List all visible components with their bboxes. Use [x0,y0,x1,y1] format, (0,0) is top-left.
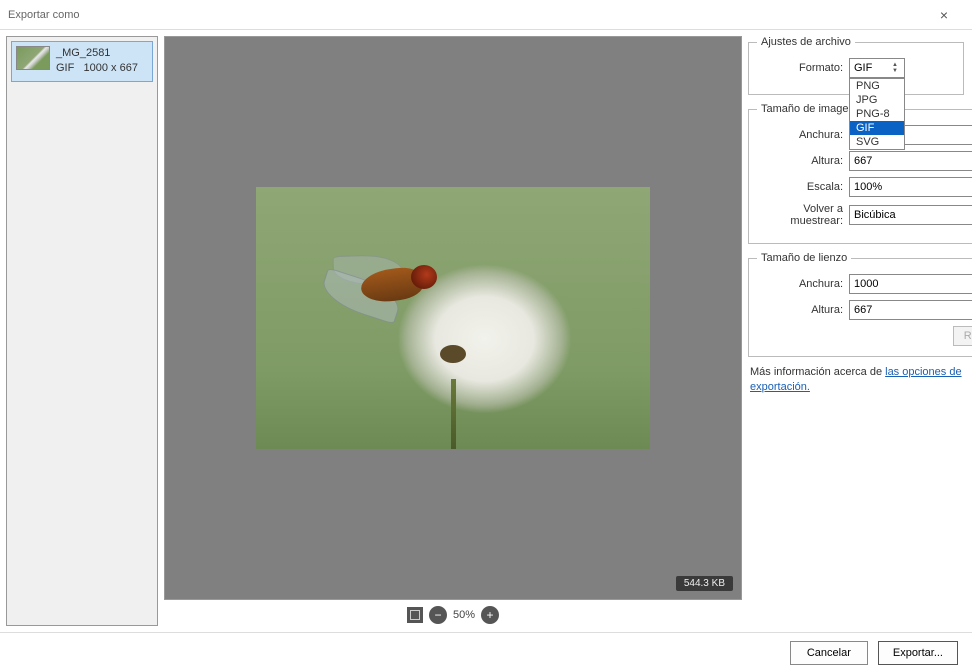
scale-input[interactable]: 100% ▲▼ [849,177,972,197]
dialog-footer: Cancelar Exportar... [0,632,972,672]
fly-subject [311,227,451,337]
zoom-in-button[interactable]: + [481,606,499,624]
select-arrows-icon: ▲▼ [888,60,902,76]
resample-label: Volver a muestrear: [757,203,843,227]
img-height-label: Altura: [757,155,843,167]
reset-button[interactable]: Restaurar [953,326,972,346]
filesize-badge: 544.3 KB [676,576,733,591]
canvas-height-label: Altura: [757,304,843,316]
export-button[interactable]: Exportar... [878,641,958,665]
zoom-toolbar: − 50% + [164,604,742,626]
cancel-button[interactable]: Cancelar [790,641,868,665]
resample-select[interactable]: Bicúbica ▲▼ [849,205,972,225]
file-settings-legend: Ajustes de archivo [757,36,855,48]
flower-stem [451,379,456,449]
canvas-width-label: Anchura: [757,278,843,290]
thumbnail-item[interactable]: _MG_2581 GIF 1000 x 667 [11,41,153,82]
scale-label: Escala: [757,181,843,193]
thumbnail-filename: _MG_2581 [56,46,138,61]
thumbnail-panel: _MG_2581 GIF 1000 x 667 [6,36,158,626]
image-size-legend: Tamaño de imagen [757,103,859,115]
format-select[interactable]: GIF ▲▼ PNG JPG PNG-8 GIF SVG [849,58,905,78]
canvas-width-input[interactable] [849,274,972,294]
img-width-label: Anchura: [757,129,843,141]
zoom-level: 50% [453,609,475,621]
format-option-gif[interactable]: GIF [850,121,904,135]
thumbnail-preview-icon [16,46,50,70]
title-bar: Exportar como × [0,0,972,30]
fit-screen-icon[interactable] [407,607,423,623]
preview-canvas[interactable]: 544.3 KB [164,36,742,600]
file-settings-group: Ajustes de archivo Formato: GIF ▲▼ PNG J… [748,36,964,95]
format-option-png8[interactable]: PNG-8 [850,107,904,121]
preview-image [256,187,650,449]
img-height-input[interactable] [849,151,972,171]
thumbnail-details: GIF 1000 x 667 [56,61,138,76]
thumbnail-meta: _MG_2581 GIF 1000 x 667 [56,46,138,77]
close-icon[interactable]: × [924,7,964,23]
settings-panel: Ajustes de archivo Formato: GIF ▲▼ PNG J… [748,36,966,626]
format-dropdown: PNG JPG PNG-8 GIF SVG [849,78,905,150]
flower-base [440,345,466,363]
format-option-jpg[interactable]: JPG [850,93,904,107]
window-title: Exportar como [8,9,924,21]
zoom-out-button[interactable]: − [429,606,447,624]
canvas-height-input[interactable] [849,300,972,320]
canvas-size-legend: Tamaño de lienzo [757,252,851,264]
format-label: Formato: [757,62,843,74]
format-option-png[interactable]: PNG [850,79,904,93]
export-info-text: Más información acerca de las opciones d… [748,365,964,396]
preview-panel: 544.3 KB − 50% + [164,36,742,626]
canvas-size-group: Tamaño de lienzo Anchura: px Altura: px … [748,252,972,357]
format-option-svg[interactable]: SVG [850,135,904,149]
main-area: _MG_2581 GIF 1000 x 667 544.3 KB [0,30,972,632]
